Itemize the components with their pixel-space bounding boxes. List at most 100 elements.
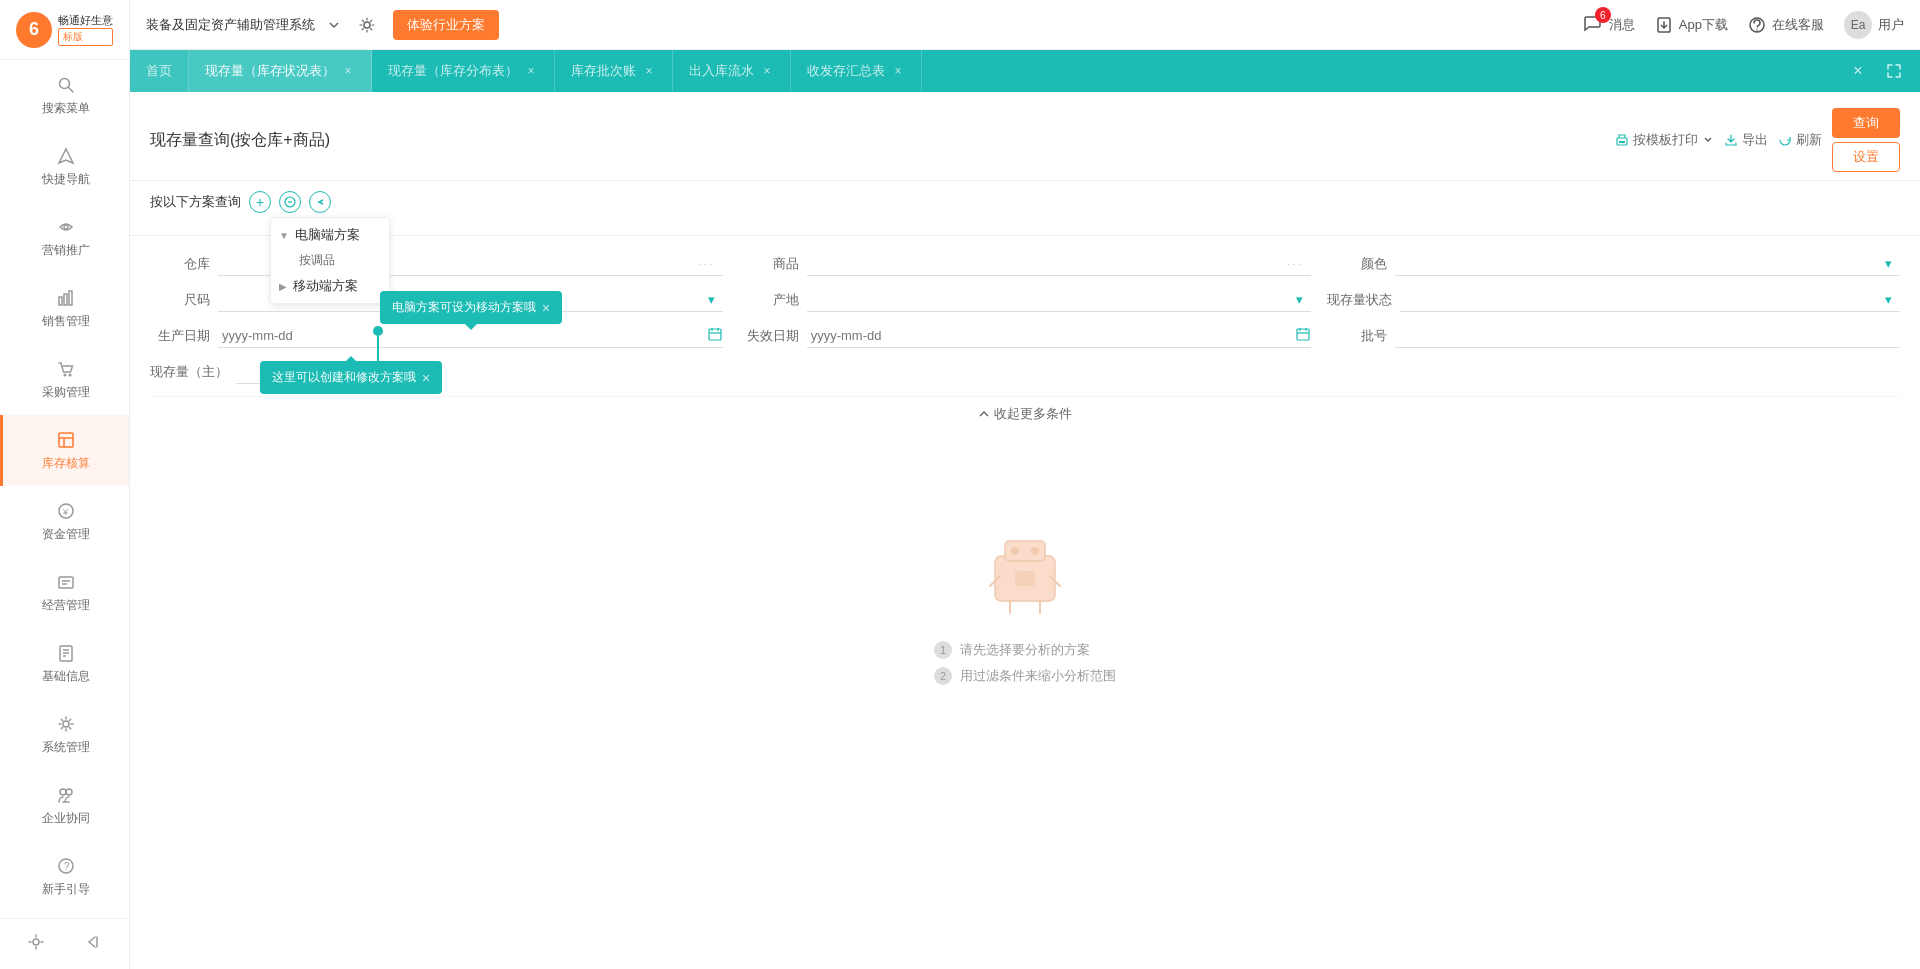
page-actions: 按模板打印 导出 刷新 查询 设置 xyxy=(1615,108,1900,172)
sidebar-item-guide[interactable]: ? 新手引导 xyxy=(0,841,129,912)
filter-size-label: 尺码 xyxy=(150,291,210,309)
product-dots[interactable]: ··· xyxy=(1286,256,1303,271)
origin-dropdown-icon: ▾ xyxy=(1296,292,1303,307)
collapse-conditions-btn[interactable]: 收起更多条件 xyxy=(150,396,1900,431)
tab-inventory-status-close[interactable]: × xyxy=(341,64,355,78)
header-settings-icon[interactable] xyxy=(353,11,381,39)
produce-date-cal-icon[interactable] xyxy=(707,326,723,345)
fullscreen-btn[interactable] xyxy=(1880,57,1908,85)
empty-illustration xyxy=(975,521,1075,621)
inv-status-select[interactable]: ▾ xyxy=(1400,288,1900,312)
tab-inout-flow[interactable]: 出入库流水 × xyxy=(673,50,791,92)
operations-icon xyxy=(55,571,77,593)
support-label: 在线客服 xyxy=(1772,16,1824,34)
svg-point-28 xyxy=(364,22,370,28)
inventory-icon xyxy=(55,429,77,451)
filter-batch: 批号 xyxy=(1327,324,1900,348)
collapse-label: 收起更多条件 xyxy=(994,405,1072,423)
industry-btn[interactable]: 体验行业方案 xyxy=(393,10,499,40)
tab-inventory-dist[interactable]: 现存量（库存分布表） × xyxy=(372,50,555,92)
system-select[interactable] xyxy=(327,18,341,32)
sidebar-item-operations[interactable]: 经营管理 xyxy=(0,557,129,628)
sidebar-item-search-menu[interactable]: 搜索菜单 xyxy=(0,60,129,131)
print-btn[interactable]: 按模板打印 xyxy=(1615,131,1714,149)
svg-point-21 xyxy=(63,721,69,727)
filter-produce-date-label: 生产日期 xyxy=(150,327,210,345)
sidebar-item-label: 基础信息 xyxy=(42,668,90,685)
tab-inventory-dist-close[interactable]: × xyxy=(524,64,538,78)
tab-receive-summary-close[interactable]: × xyxy=(891,64,905,78)
scheme-arrow-btn[interactable] xyxy=(309,191,331,213)
top-header: 装备及固定资产辅助管理系统 体验行业方案 6 消息 App下载 xyxy=(130,0,1920,50)
tab-batch-ledger-close[interactable]: × xyxy=(642,64,656,78)
tab-receive-summary[interactable]: 收发存汇总表 × xyxy=(791,50,922,92)
tab-inout-flow-close[interactable]: × xyxy=(760,64,774,78)
tooltip2-close[interactable]: × xyxy=(422,370,430,386)
page-inner: 现存量查询(按仓库+商品) 按模板打印 导出 刷新 xyxy=(130,92,1920,969)
app-download-action[interactable]: App下载 xyxy=(1655,16,1728,34)
product-input[interactable] xyxy=(815,256,1287,271)
produce-date-input[interactable] xyxy=(218,324,703,347)
expire-date-input[interactable] xyxy=(807,324,1292,347)
refresh-label: 刷新 xyxy=(1796,131,1822,149)
filter-expire-date-label: 失效日期 xyxy=(739,327,799,345)
enterprise-icon xyxy=(55,784,77,806)
query-btn[interactable]: 查询 xyxy=(1832,108,1900,138)
sidebar-item-quick-nav[interactable]: 快捷导航 xyxy=(0,131,129,202)
edit-scheme-btn[interactable] xyxy=(279,191,301,213)
basic-info-icon xyxy=(55,642,77,664)
export-btn[interactable]: 导出 xyxy=(1724,131,1768,149)
tree-expand-mobile-icon: ▶ xyxy=(279,281,287,292)
desktop-scheme-child[interactable]: 按调品 xyxy=(271,248,389,273)
search-menu-icon xyxy=(55,74,77,96)
header-left: 装备及固定资产辅助管理系统 体验行业方案 xyxy=(146,10,499,40)
tree-expand-icon: ▼ xyxy=(279,230,289,241)
add-scheme-btn[interactable]: + xyxy=(249,191,271,213)
sidebar-item-enterprise[interactable]: 企业协同 xyxy=(0,770,129,841)
tab-inventory-status[interactable]: 现存量（库存状况表） × xyxy=(189,50,372,92)
batch-input[interactable] xyxy=(1395,324,1900,348)
close-all-tabs-btn[interactable]: × xyxy=(1844,57,1872,85)
desktop-scheme-item[interactable]: ▼ 电脑端方案 xyxy=(271,222,389,248)
collapse-sidebar-icon[interactable] xyxy=(84,933,102,955)
color-select[interactable]: ▾ xyxy=(1395,252,1900,276)
support-action[interactable]: 在线客服 xyxy=(1748,16,1824,34)
message-action[interactable]: 6 消息 xyxy=(1583,13,1635,36)
expire-date-field xyxy=(807,324,1312,348)
sidebar-bottom xyxy=(0,918,129,969)
tab-batch-ledger[interactable]: 库存批次账 × xyxy=(555,50,673,92)
step2-num: 2 xyxy=(934,667,952,685)
warehouse-dots[interactable]: ··· xyxy=(698,256,715,271)
origin-select[interactable]: ▾ xyxy=(807,288,1312,312)
sidebar-item-sales[interactable]: 销售管理 xyxy=(0,273,129,344)
sidebar-item-label: 新手引导 xyxy=(42,881,90,898)
expire-date-cal-icon[interactable] xyxy=(1295,326,1311,345)
system-name: 装备及固定资产辅助管理系统 xyxy=(146,16,315,34)
size-dropdown-icon: ▾ xyxy=(708,292,715,307)
user-action[interactable]: Ea 用户 xyxy=(1844,11,1904,39)
main-area: 装备及固定资产辅助管理系统 体验行业方案 6 消息 App下载 xyxy=(130,0,1920,969)
tooltip1-close[interactable]: × xyxy=(542,300,550,316)
sidebar-item-basic-info[interactable]: 基础信息 xyxy=(0,628,129,699)
tooltip2-text: 这里可以创建和修改方案哦 xyxy=(272,369,416,386)
tooltip-create-scheme: 这里可以创建和修改方案哦 × xyxy=(260,361,442,394)
sidebar-item-finance[interactable]: ¥ 资金管理 xyxy=(0,486,129,557)
refresh-btn[interactable]: 刷新 xyxy=(1778,131,1822,149)
sidebar-item-purchase[interactable]: 采购管理 xyxy=(0,344,129,415)
sidebar-item-label: 企业协同 xyxy=(42,810,90,827)
sidebar-item-system[interactable]: 系统管理 xyxy=(0,699,129,770)
sidebar-item-marketing[interactable]: 营销推广 xyxy=(0,202,129,273)
sidebar-nav: 搜索菜单 快捷导航 营销推广 销售管理 采购管理 xyxy=(0,60,129,918)
connector-dot xyxy=(373,326,383,336)
message-badge: 6 xyxy=(1595,7,1611,23)
header-right: 6 消息 App下载 在线客服 Ea 用户 xyxy=(1583,11,1904,39)
svg-text:¥: ¥ xyxy=(62,507,69,517)
tab-inventory-dist-label: 现存量（库存分布表） xyxy=(388,62,518,80)
filter-row-1: 仓库 ··· 商品 ··· xyxy=(150,252,1900,276)
mobile-scheme-item[interactable]: ▶ 移动端方案 xyxy=(271,273,389,299)
tab-home[interactable]: 首页 xyxy=(130,50,189,92)
tab-batch-ledger-label: 库存批次账 xyxy=(571,62,636,80)
set-btn[interactable]: 设置 xyxy=(1832,142,1900,172)
sidebar-item-inventory[interactable]: 库存核算 xyxy=(0,415,129,486)
settings-bottom-icon[interactable] xyxy=(27,933,45,955)
